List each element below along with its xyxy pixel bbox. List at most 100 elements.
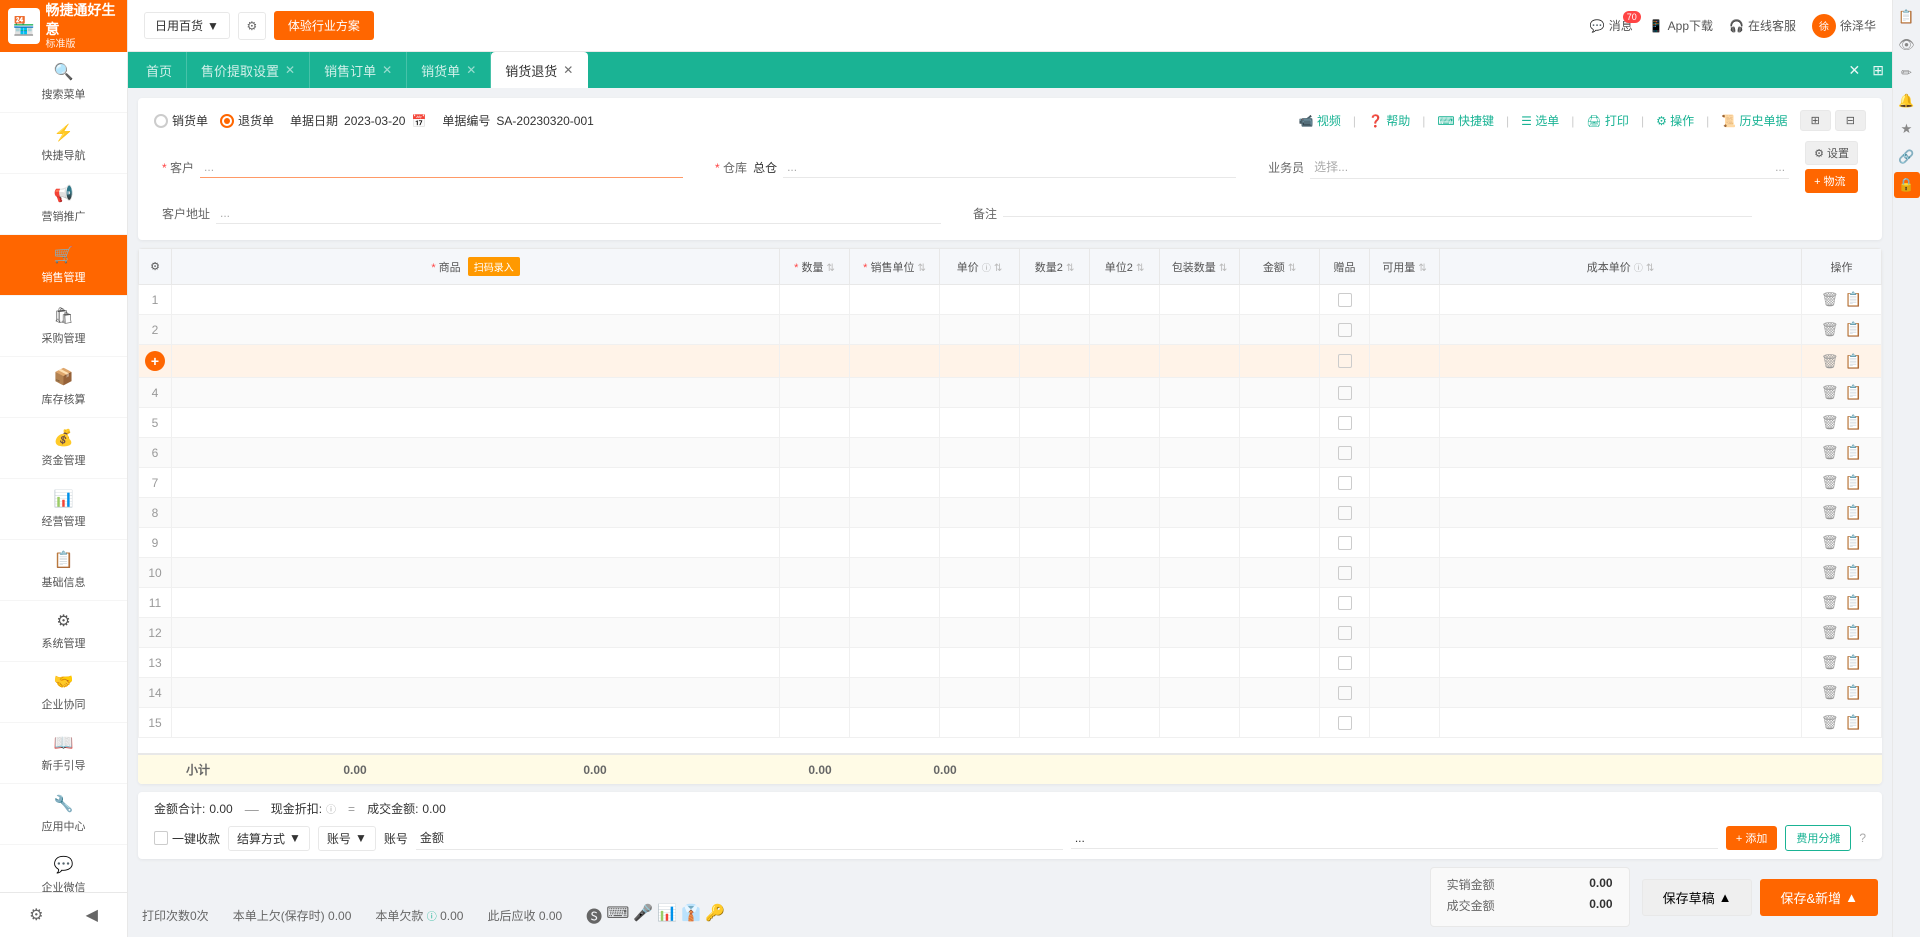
card-view-btn[interactable]: ⊟ — [1835, 110, 1866, 131]
gift-checkbox[interactable] — [1338, 416, 1352, 430]
goods-cell[interactable] — [172, 678, 780, 708]
price-cell[interactable] — [940, 678, 1020, 708]
unit2-cell[interactable] — [1090, 498, 1160, 528]
topbar-settings-btn[interactable]: ⚙ — [238, 12, 266, 40]
sidebar-item-quicknav[interactable]: ⚡ 快捷导航 — [0, 113, 127, 174]
list-view-btn[interactable]: ⊞ — [1800, 110, 1831, 131]
qty-cell[interactable] — [780, 315, 850, 345]
qty-cell[interactable] — [780, 648, 850, 678]
sidebar-item-guide[interactable]: 📖 新手引导 — [0, 723, 127, 784]
unit2-cell[interactable] — [1090, 285, 1160, 315]
cost-price-cell[interactable] — [1440, 588, 1802, 618]
warehouse-input[interactable]: ... — [783, 157, 1236, 178]
price-cell[interactable] — [940, 408, 1020, 438]
sidebar-item-sales[interactable]: 🛒 销售管理 — [0, 235, 127, 296]
available-cell[interactable] — [1370, 648, 1440, 678]
amount-cell[interactable] — [1240, 285, 1320, 315]
goods-cell[interactable] — [172, 378, 780, 408]
pack-qty-cell[interactable] — [1160, 648, 1240, 678]
customer-input[interactable]: ... — [200, 157, 683, 178]
price-cell[interactable] — [940, 438, 1020, 468]
delete-row-icon[interactable]: 🗑 — [1821, 564, 1839, 581]
unit-cell[interactable] — [850, 408, 940, 438]
qty2-cell[interactable] — [1020, 315, 1090, 345]
copy-row-icon[interactable]: 📋 — [1845, 504, 1862, 521]
qty2-cell[interactable] — [1020, 345, 1090, 378]
qty2-cell[interactable] — [1020, 648, 1090, 678]
cost-price-cell[interactable] — [1440, 558, 1802, 588]
available-cell[interactable] — [1370, 708, 1440, 738]
delete-row-icon[interactable]: 🗑 — [1821, 654, 1839, 671]
maximize-btn[interactable]: ⊞ — [1868, 58, 1888, 83]
qty2-cell[interactable] — [1020, 468, 1090, 498]
cost-price-cell[interactable] — [1440, 498, 1802, 528]
gift-checkbox[interactable] — [1338, 686, 1352, 700]
tab-home[interactable]: 首页 — [132, 52, 187, 88]
price-cell[interactable] — [940, 468, 1020, 498]
amount-cell[interactable] — [1240, 618, 1320, 648]
amount-cell[interactable] — [1240, 315, 1320, 345]
qty2-cell[interactable] — [1020, 378, 1090, 408]
goods-cell[interactable] — [172, 438, 780, 468]
cost-price-cell[interactable] — [1440, 438, 1802, 468]
settlement-select[interactable]: 结算方式 ▼ — [228, 826, 310, 851]
unit-cell[interactable] — [850, 438, 940, 468]
available-cell[interactable] — [1370, 678, 1440, 708]
unit2-cell[interactable] — [1090, 708, 1160, 738]
sidebar-item-finance[interactable]: 💰 资金管理 — [0, 418, 127, 479]
unit-cell[interactable] — [850, 528, 940, 558]
qty-cell[interactable] — [780, 528, 850, 558]
select-action[interactable]: ☰ 选单 — [1521, 112, 1559, 129]
sidebar-item-operations[interactable]: 📊 经营管理 — [0, 479, 127, 540]
price-cell[interactable] — [940, 528, 1020, 558]
sidebar-settings-btn[interactable]: ⚙ — [25, 901, 47, 929]
gift-checkbox[interactable] — [1338, 626, 1352, 640]
unit-cell[interactable] — [850, 558, 940, 588]
unit2-cell[interactable] — [1090, 558, 1160, 588]
cost-price-cell[interactable] — [1440, 678, 1802, 708]
pack-qty-cell[interactable] — [1160, 678, 1240, 708]
qty-cell[interactable] — [780, 618, 850, 648]
unit-cell[interactable] — [850, 378, 940, 408]
available-cell[interactable] — [1370, 528, 1440, 558]
print-action[interactable]: 🖨 打印 — [1586, 112, 1629, 129]
tab-sales-return[interactable]: 销货退货 ✕ — [491, 52, 588, 88]
sidebar-item-marketing[interactable]: 📢 营销推广 — [0, 174, 127, 235]
pack-qty-cell[interactable] — [1160, 618, 1240, 648]
goods-cell[interactable] — [172, 408, 780, 438]
qty-cell[interactable] — [780, 558, 850, 588]
price-cell[interactable] — [940, 588, 1020, 618]
available-cell[interactable] — [1370, 438, 1440, 468]
price-cell[interactable] — [940, 558, 1020, 588]
qty2-cell[interactable] — [1020, 618, 1090, 648]
add-payment-btn[interactable]: + 添加 — [1726, 826, 1777, 850]
gift-checkbox[interactable] — [1338, 446, 1352, 460]
price-cell[interactable] — [940, 498, 1020, 528]
unit-cell[interactable] — [850, 588, 940, 618]
pack-qty-cell[interactable] — [1160, 378, 1240, 408]
save-draft-btn[interactable]: 保存草稿 ▲ — [1642, 879, 1753, 916]
qty-cell[interactable] — [780, 378, 850, 408]
copy-row-icon[interactable]: 📋 — [1845, 474, 1862, 491]
sidebar-item-enterprise[interactable]: 🤝 企业协同 — [0, 662, 127, 723]
pack-qty-cell[interactable] — [1160, 315, 1240, 345]
sidebar-item-system[interactable]: ⚙ 系统管理 — [0, 601, 127, 662]
amount-cell[interactable] — [1240, 468, 1320, 498]
settings-side-btn[interactable]: ⚙ 设置 — [1805, 141, 1858, 165]
qty-cell[interactable] — [780, 468, 850, 498]
copy-row-icon[interactable]: 📋 — [1845, 684, 1862, 701]
amount-cell[interactable] — [1240, 378, 1320, 408]
logistics-side-btn[interactable]: + 物流 — [1805, 169, 1858, 193]
delete-row-icon[interactable]: 🗑 — [1821, 684, 1839, 701]
remark-input[interactable] — [1003, 210, 1752, 217]
radio-return[interactable]: 退货单 — [220, 112, 274, 129]
price-cell[interactable] — [940, 345, 1020, 378]
price-cell[interactable] — [940, 315, 1020, 345]
qty-cell[interactable] — [780, 345, 850, 378]
goods-cell[interactable] — [172, 285, 780, 315]
price-cell[interactable] — [940, 618, 1020, 648]
tab-close-sales-order[interactable]: ✕ — [382, 64, 392, 76]
qty-cell[interactable] — [780, 708, 850, 738]
delete-row-icon[interactable]: 🗑 — [1821, 291, 1839, 308]
amount-cell[interactable] — [1240, 558, 1320, 588]
